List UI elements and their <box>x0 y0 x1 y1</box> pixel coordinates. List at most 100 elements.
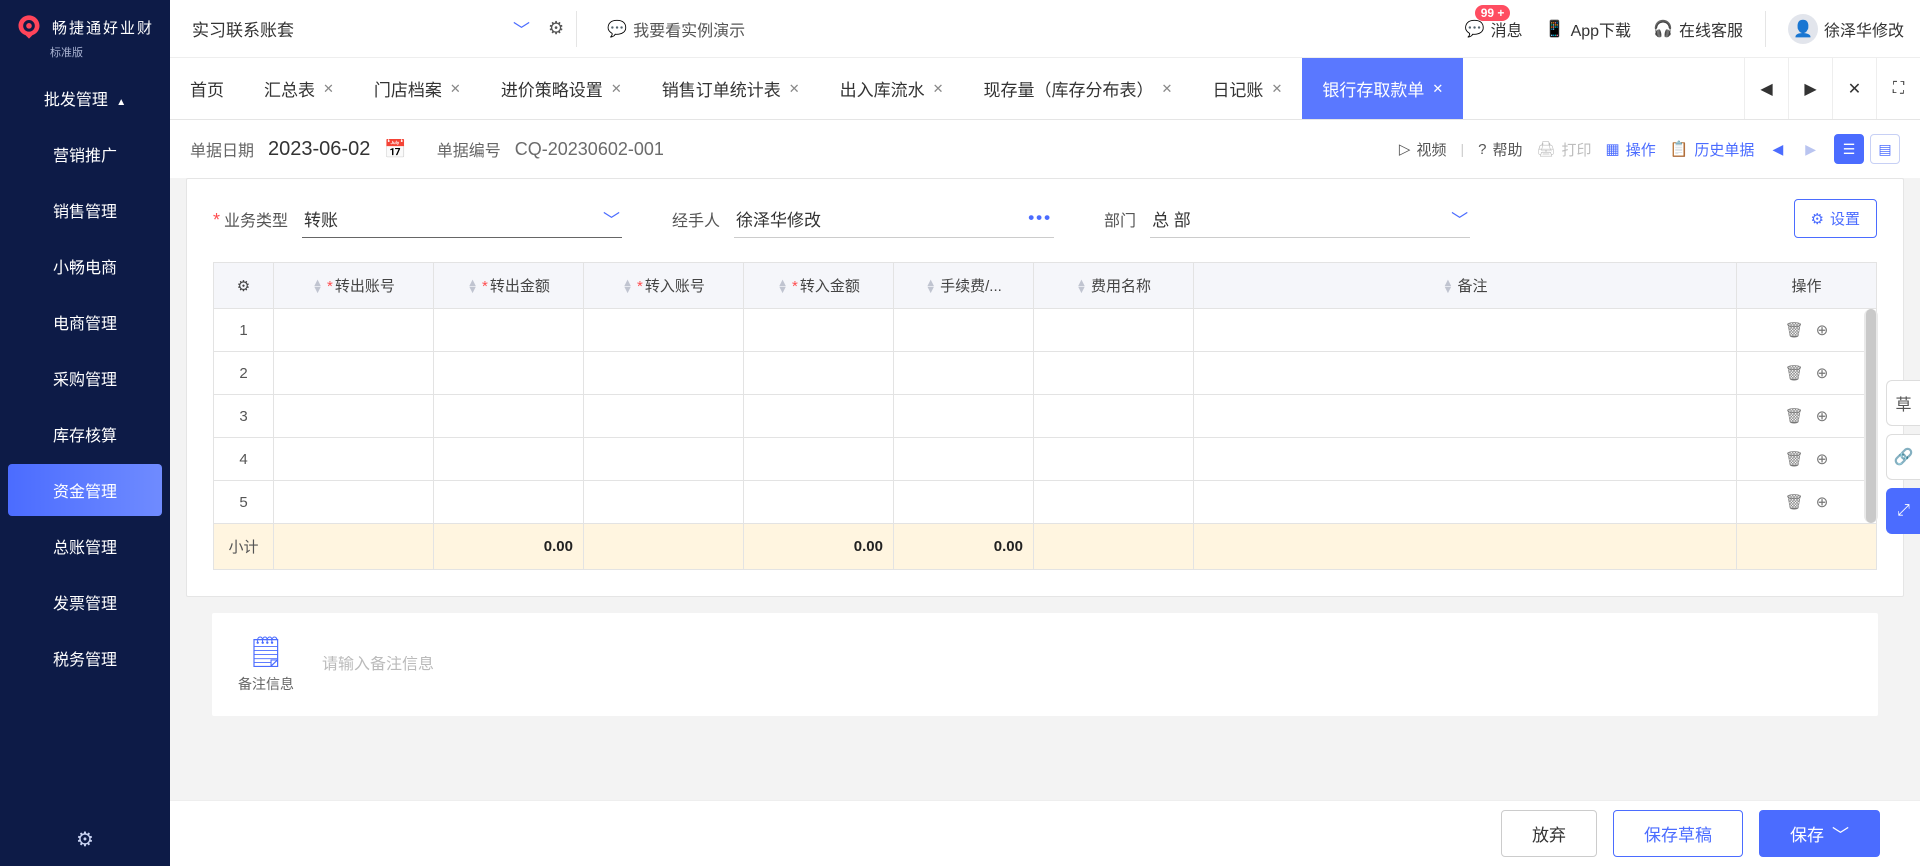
cell[interactable] <box>894 438 1034 481</box>
cell[interactable] <box>894 481 1034 524</box>
sidebar-item[interactable]: 总账管理 <box>0 518 170 574</box>
col-header[interactable]: ▲▼手续费/... <box>894 263 1034 309</box>
sort-icon[interactable]: ▲▼ <box>1443 280 1454 294</box>
sidebar-item[interactable]: 销售管理 <box>0 182 170 238</box>
online-cs[interactable]: 🎧 在线客服 <box>1653 17 1743 41</box>
tab[interactable]: 销售订单统计表✕ <box>642 58 820 119</box>
settings-gear-icon[interactable]: ⚙ <box>76 829 94 851</box>
sidebar-item[interactable]: 库存核算 <box>0 406 170 462</box>
sort-icon[interactable]: ▲▼ <box>467 280 478 294</box>
tab[interactable]: 汇总表✕ <box>244 58 354 119</box>
sort-icon[interactable]: ▲▼ <box>1076 280 1087 294</box>
close-icon[interactable]: ✕ <box>323 81 334 97</box>
rail-draft[interactable]: 草 <box>1886 380 1920 426</box>
delete-icon[interactable]: 🗑 <box>1785 365 1804 382</box>
cell[interactable] <box>744 438 894 481</box>
cell[interactable] <box>434 352 584 395</box>
tab[interactable]: 首页 <box>170 58 244 119</box>
col-header[interactable]: ▲▼*转出账号 <box>274 263 434 309</box>
tab[interactable]: 日记账✕ <box>1192 58 1302 119</box>
tab-next[interactable]: ▶ <box>1788 58 1832 119</box>
settings-icon[interactable]: ⚙ <box>548 18 564 39</box>
add-row-icon[interactable]: ⊕ <box>1816 451 1829 468</box>
tab[interactable]: 银行存取款单✕ <box>1302 58 1463 119</box>
vertical-scrollbar[interactable] <box>1864 309 1878 523</box>
cell[interactable] <box>1034 352 1194 395</box>
tab[interactable]: 进价策略设置✕ <box>481 58 642 119</box>
account-set-select[interactable]: 实习联系账套 ﹀ <box>186 10 536 47</box>
close-icon[interactable]: ✕ <box>1432 81 1443 97</box>
cell[interactable] <box>744 395 894 438</box>
history-prev[interactable]: ◀ <box>1768 141 1787 158</box>
tab[interactable]: 门店档案✕ <box>354 58 481 119</box>
tab-prev[interactable]: ◀ <box>1744 58 1788 119</box>
col-header[interactable]: ▲▼*转入账号 <box>584 263 744 309</box>
cell[interactable] <box>274 395 434 438</box>
abandon-button[interactable]: 放弃 <box>1501 810 1597 857</box>
sidebar-item[interactable]: 电商管理 <box>0 294 170 350</box>
col-header[interactable]: ▲▼*转入金额 <box>744 263 894 309</box>
cell[interactable] <box>894 395 1034 438</box>
sort-icon[interactable]: ▲▼ <box>312 280 323 294</box>
close-icon[interactable]: ✕ <box>789 81 800 97</box>
cell[interactable] <box>894 352 1034 395</box>
cell[interactable] <box>584 438 744 481</box>
user-menu[interactable]: 👤 徐泽华修改 <box>1788 14 1904 44</box>
cell[interactable] <box>744 481 894 524</box>
history-next[interactable]: ▶ <box>1801 141 1820 158</box>
tab-close-all[interactable]: ✕ <box>1832 58 1876 119</box>
delete-icon[interactable]: 🗑 <box>1785 494 1804 511</box>
col-header[interactable]: ▲▼费用名称 <box>1034 263 1194 309</box>
sidebar-item[interactable]: 营销推广 <box>0 126 170 182</box>
remarks-input[interactable] <box>322 656 1852 674</box>
cell[interactable] <box>274 352 434 395</box>
close-icon[interactable]: ✕ <box>611 81 622 97</box>
cell[interactable] <box>274 438 434 481</box>
save-draft-button[interactable]: 保存草稿 <box>1613 810 1743 857</box>
sort-icon[interactable]: ▲▼ <box>925 280 936 294</box>
cell[interactable] <box>434 309 584 352</box>
cell[interactable] <box>434 438 584 481</box>
biz-type-select[interactable]: 转账 ﹀ <box>302 200 622 238</box>
cell[interactable] <box>1194 395 1737 438</box>
messages[interactable]: 99 + 💬 消息 <box>1465 17 1523 41</box>
cell[interactable] <box>1034 438 1194 481</box>
rail-attachment[interactable]: 🔗 <box>1886 434 1920 480</box>
cell[interactable] <box>584 309 744 352</box>
rail-expand[interactable]: ⤢ <box>1886 488 1920 534</box>
add-row-icon[interactable]: ⊕ <box>1816 365 1829 382</box>
view-card[interactable]: ▤ <box>1870 134 1900 164</box>
cell[interactable] <box>434 395 584 438</box>
dept-select[interactable]: 总 部 ﹀ <box>1150 200 1470 238</box>
sidebar-item[interactable]: 采购管理 <box>0 350 170 406</box>
cell[interactable] <box>1194 438 1737 481</box>
close-icon[interactable]: ✕ <box>1271 81 1282 97</box>
cell[interactable] <box>584 481 744 524</box>
cell[interactable] <box>894 309 1034 352</box>
view-list[interactable]: ☰ <box>1834 134 1864 164</box>
grid-settings-button[interactable]: ⚙ 设置 <box>1794 199 1877 238</box>
cell[interactable] <box>274 309 434 352</box>
cell[interactable] <box>1194 352 1737 395</box>
cell[interactable] <box>1034 309 1194 352</box>
add-row-icon[interactable]: ⊕ <box>1816 408 1829 425</box>
sort-icon[interactable]: ▲▼ <box>622 280 633 294</box>
column-settings-icon[interactable]: ⚙ <box>237 278 250 295</box>
delete-icon[interactable]: 🗑 <box>1785 451 1804 468</box>
cell[interactable] <box>1034 395 1194 438</box>
help[interactable]: ?帮助 <box>1478 139 1522 160</box>
cell[interactable] <box>584 395 744 438</box>
operations[interactable]: ▦操作 <box>1606 139 1656 160</box>
cell[interactable] <box>744 309 894 352</box>
cell[interactable] <box>584 352 744 395</box>
tab[interactable]: 现存量（库存分布表）✕ <box>964 58 1193 119</box>
sort-icon[interactable]: ▲▼ <box>777 280 788 294</box>
col-header[interactable]: ▲▼*转出金额 <box>434 263 584 309</box>
history[interactable]: 📋历史单据 <box>1670 139 1755 160</box>
delete-icon[interactable]: 🗑 <box>1785 408 1804 425</box>
cell[interactable] <box>434 481 584 524</box>
demo-link[interactable]: 💬 我要看实例演示 <box>607 17 745 41</box>
col-settings[interactable]: ⚙ <box>214 263 274 309</box>
close-icon[interactable]: ✕ <box>450 81 461 97</box>
cell[interactable] <box>1034 481 1194 524</box>
